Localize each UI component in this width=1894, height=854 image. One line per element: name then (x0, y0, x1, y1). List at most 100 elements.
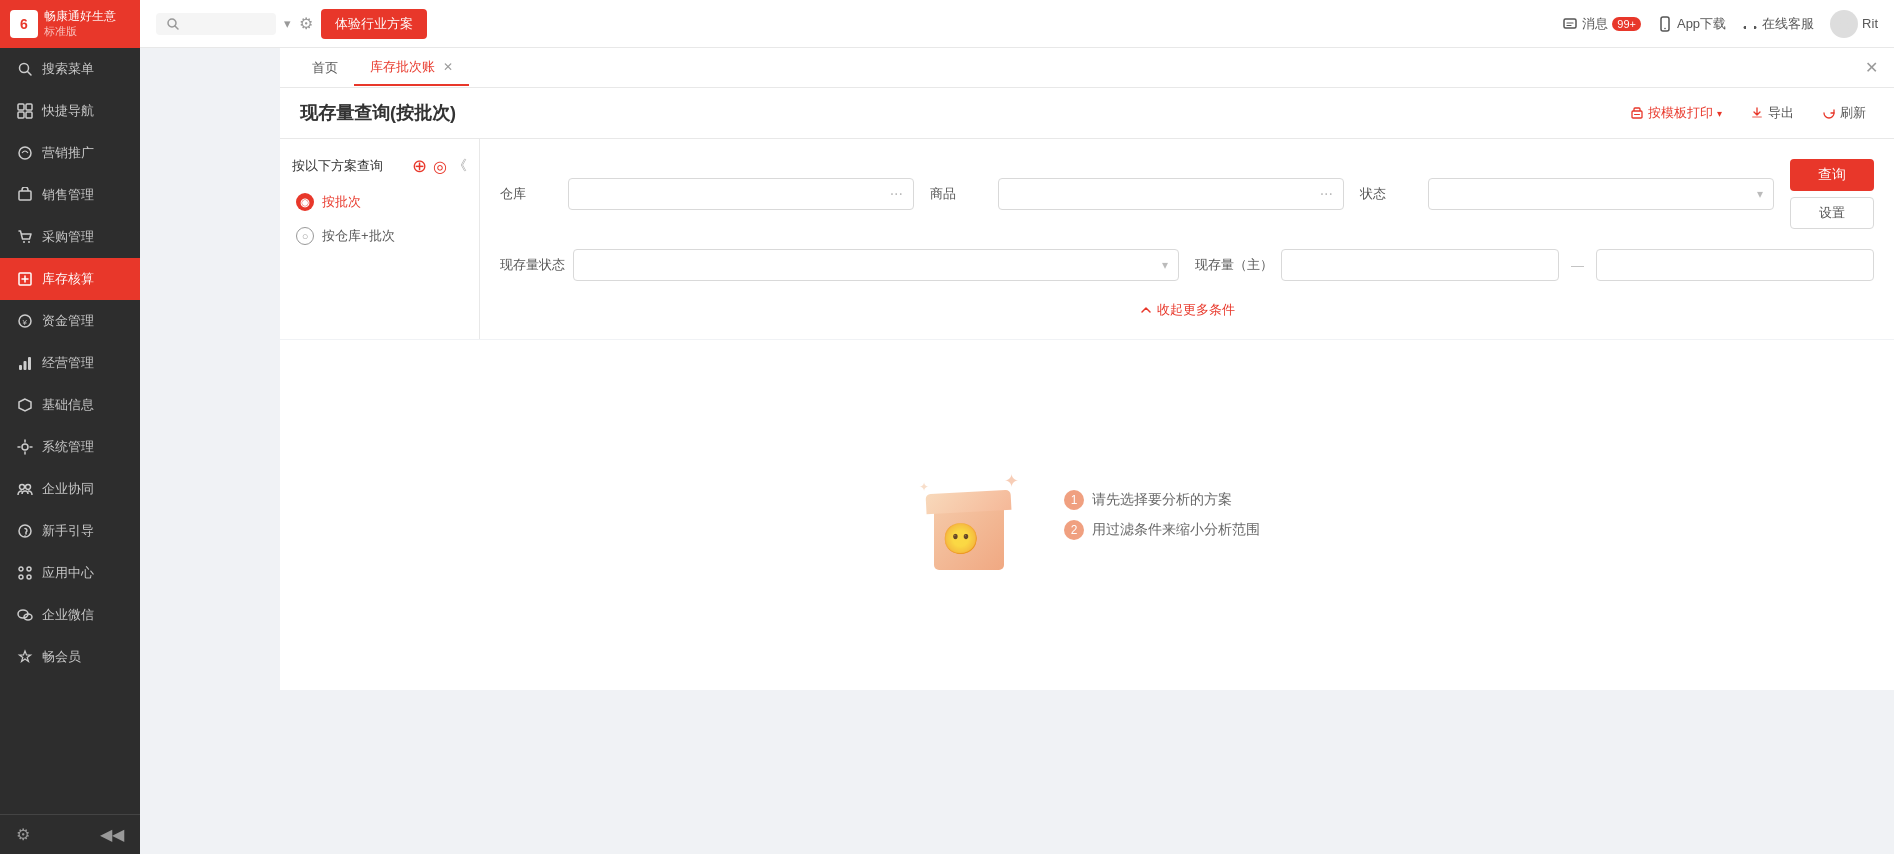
close-all-tabs-icon[interactable]: ✕ (1865, 58, 1878, 77)
inventory-status-chevron: ▾ (1162, 258, 1168, 272)
product-dots-icon: ··· (1320, 185, 1333, 203)
svg-point-31 (1664, 27, 1666, 29)
scheme-item-batch[interactable]: ◉ 按批次 (280, 185, 479, 219)
print-dropdown-icon[interactable]: ▾ (1717, 108, 1722, 119)
system-icon (16, 438, 34, 456)
sidebar-item-label: 企业协同 (42, 480, 94, 498)
warehouse-field: 仓库 ··· (500, 178, 914, 210)
online-service-action[interactable]: 在线客服 (1742, 15, 1814, 33)
page-header: 现存量查询(按批次) 按模板打印 ▾ 导出 刷新 (280, 88, 1894, 139)
scheme-settings-icon[interactable]: ◎ (433, 157, 447, 176)
tab-inventory[interactable]: 库存批次账 ✕ (354, 50, 469, 86)
app-name: 畅康通好生意 (44, 9, 116, 25)
svg-rect-5 (26, 112, 32, 118)
sidebar-menu: 搜索菜单 快捷导航 营销推广 销售管理 采购管理 (0, 48, 140, 814)
filter-actions: 查询 设置 (1790, 151, 1874, 237)
sidebar-item-inventory[interactable]: 库存核算 (0, 258, 140, 300)
collapse-filter-btn[interactable]: 收起更多条件 (500, 293, 1874, 327)
product-field: 商品 ··· (930, 178, 1344, 210)
svg-point-20 (24, 535, 26, 537)
topbar-dropdown-icon[interactable]: ▾ (284, 16, 291, 31)
scheme-label-warehouse: 按仓库+批次 (322, 227, 395, 245)
svg-point-21 (19, 567, 23, 571)
tab-close-icon[interactable]: ✕ (443, 60, 453, 74)
tabs-bar: 首页 库存批次账 ✕ ✕ (280, 48, 1894, 88)
sidebar-item-basic[interactable]: 基础信息 (0, 384, 140, 426)
user-avatar-action[interactable]: Rit (1830, 10, 1878, 38)
sidebar-item-apps[interactable]: 应用中心 (0, 552, 140, 594)
export-btn[interactable]: 导出 (1742, 100, 1802, 126)
svg-point-34 (1837, 28, 1851, 34)
svg-rect-36 (1634, 114, 1640, 115)
warehouse-dots-icon: ··· (890, 185, 903, 203)
svg-point-8 (23, 241, 25, 243)
wechat-icon (16, 606, 34, 624)
print-icon (1630, 106, 1644, 120)
add-scheme-icon[interactable]: ⊕ (412, 155, 427, 177)
warehouse-label: 仓库 (500, 185, 560, 203)
sidebar-item-label: 畅会员 (42, 648, 81, 666)
sidebar-item-nav[interactable]: 快捷导航 (0, 90, 140, 132)
svg-text:¥: ¥ (22, 318, 28, 327)
scheme-icon-batch: ◉ (296, 193, 314, 211)
scheme-item-warehouse-batch[interactable]: ○ 按仓库+批次 (280, 219, 479, 253)
svg-point-16 (22, 444, 28, 450)
tab-home[interactable]: 首页 (296, 51, 354, 85)
inventory-qty-label: 现存量（主） (1195, 256, 1273, 274)
svg-point-9 (28, 241, 30, 243)
product-input[interactable]: ··· (998, 178, 1344, 210)
sidebar-item-search[interactable]: 搜索菜单 (0, 48, 140, 90)
inventory-qty-input-end[interactable] (1596, 249, 1874, 281)
sidebar-item-guide[interactable]: 新手引导 (0, 510, 140, 552)
collapse-sidebar-icon[interactable]: ◀◀ (100, 825, 124, 844)
hint-text-1: 请先选择要分析的方案 (1092, 491, 1232, 509)
svg-rect-15 (28, 357, 31, 370)
refresh-label: 刷新 (1840, 104, 1866, 122)
page-title: 现存量查询(按批次) (300, 101, 456, 125)
filter-schemes-header: 按以下方案查询 ⊕ ◎ 《 (280, 151, 479, 185)
status-select[interactable]: ▾ (1428, 178, 1774, 210)
sales-icon (16, 186, 34, 204)
empty-hints: 1 请先选择要分析的方案 2 用过滤条件来缩小分析范围 (1064, 490, 1260, 540)
empty-hint-1: 1 请先选择要分析的方案 (1064, 490, 1260, 510)
settings-icon[interactable]: ⚙ (16, 825, 30, 844)
sidebar-item-marketing[interactable]: 营销推广 (0, 132, 140, 174)
sidebar-item-system[interactable]: 系统管理 (0, 426, 140, 468)
sidebar-item-purchase[interactable]: 采购管理 (0, 216, 140, 258)
filter-schemes: 按以下方案查询 ⊕ ◎ 《 ◉ 按批次 ○ 按仓库+批次 (280, 139, 480, 339)
svg-rect-2 (18, 104, 24, 110)
print-btn[interactable]: 按模板打印 ▾ (1622, 100, 1730, 126)
sidebar-item-member[interactable]: 畅会员 (0, 636, 140, 678)
message-icon (1562, 16, 1578, 32)
inventory-status-field: 现存量状态 ▾ (500, 249, 1179, 281)
filter-row-1: 仓库 ··· 商品 ··· 状态 (500, 151, 1874, 237)
sidebar-item-collab[interactable]: 企业协同 (0, 468, 140, 510)
topbar-search-box[interactable] (156, 13, 276, 35)
topbar-settings-icon[interactable]: ⚙ (299, 14, 313, 33)
scheme-collapse-icon[interactable]: 《 (453, 157, 467, 175)
svg-point-22 (27, 567, 31, 571)
query-btn[interactable]: 查询 (1790, 159, 1874, 191)
inventory-qty-dash: — (1567, 258, 1588, 273)
sidebar-item-finance[interactable]: ¥ 资金管理 (0, 300, 140, 342)
empty-state-container: 😶 ✦ ✦ 1 请先选择要分析的方案 2 用过滤条件来缩小分析范围 (280, 340, 1894, 690)
topbar: ▾ ⚙ 体验行业方案 消息 99+ App下载 在线客服 Rit (140, 0, 1894, 48)
tab-home-label: 首页 (312, 59, 338, 77)
app-download-action[interactable]: App下载 (1657, 15, 1726, 33)
experience-btn[interactable]: 体验行业方案 (321, 9, 427, 39)
status-label: 状态 (1360, 185, 1420, 203)
sidebar-item-operation[interactable]: 经营管理 (0, 342, 140, 384)
sidebar-item-wechat[interactable]: 企业微信 (0, 594, 140, 636)
inventory-status-select[interactable]: ▾ (573, 249, 1179, 281)
collab-icon (16, 480, 34, 498)
user-name: Rit (1862, 16, 1878, 31)
sidebar-item-sales[interactable]: 销售管理 (0, 174, 140, 216)
refresh-btn[interactable]: 刷新 (1814, 100, 1874, 126)
inventory-qty-input-start[interactable] (1281, 249, 1559, 281)
guide-icon (16, 522, 34, 540)
settings-btn[interactable]: 设置 (1790, 197, 1874, 229)
message-action[interactable]: 消息 99+ (1562, 15, 1641, 33)
warehouse-input[interactable]: ··· (568, 178, 914, 210)
box-face: 😶 (942, 521, 979, 556)
sidebar-item-label: 销售管理 (42, 186, 94, 204)
